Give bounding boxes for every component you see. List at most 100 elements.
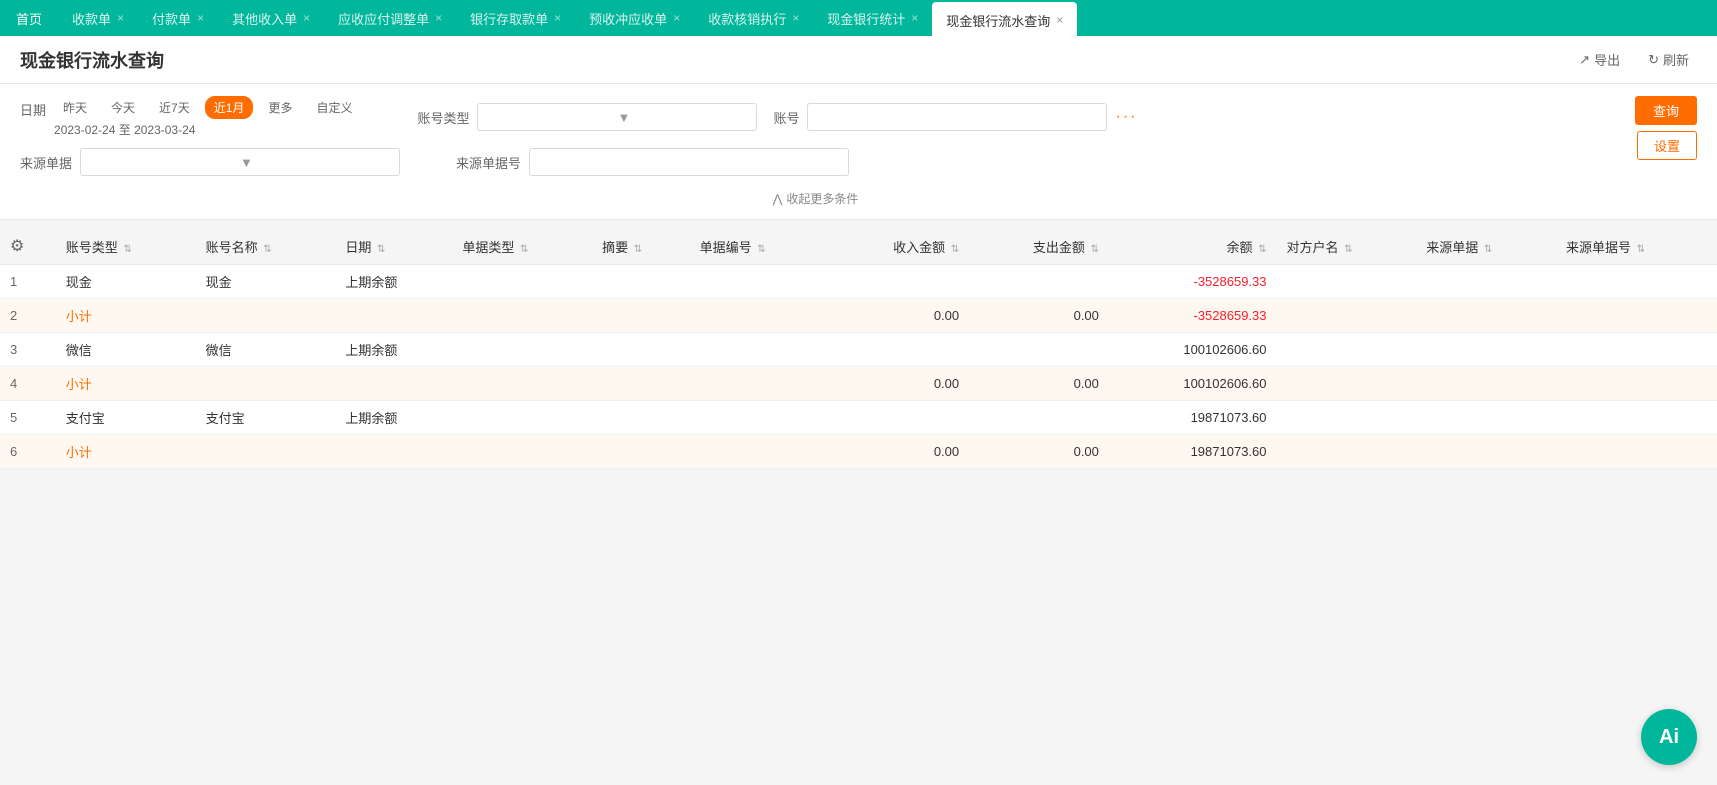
cell-summary: [592, 435, 690, 469]
cell-account-name: 支付宝: [196, 401, 336, 435]
source-doc-no-label: 来源单据号: [456, 153, 521, 172]
table-row[interactable]: 4 小计 0.00 0.00 100102606.60: [0, 367, 1717, 401]
sort-icon-4: ⇅: [520, 244, 528, 255]
cell-source-doc-no: [1556, 401, 1717, 435]
col-source-doc-no[interactable]: 来源单据号 ⇅: [1556, 228, 1717, 265]
date-btn-1month[interactable]: 近1月: [205, 96, 254, 119]
query-button[interactable]: 查询: [1635, 96, 1697, 125]
nav-tab-yinhangcunkuan[interactable]: 银行存取款单 ×: [456, 0, 575, 36]
source-doc-dropdown[interactable]: ▼: [80, 148, 400, 176]
nav-tab-xianjinyinhangtongji[interactable]: 现金银行统计 ×: [813, 0, 932, 36]
table-body: 1 现金 现金 上期余额 -3528659.33 2 小计 0.00 0.00 …: [0, 265, 1717, 469]
settings-button[interactable]: 设置: [1637, 131, 1697, 160]
col-date[interactable]: 日期 ⇅: [335, 228, 452, 265]
cell-no: 6: [0, 435, 56, 469]
cell-account-type: 小计: [56, 299, 196, 333]
source-doc-group: 来源单据 ▼: [20, 148, 400, 176]
nav-tab-shoukuanhexiao[interactable]: 收款核销执行 ×: [694, 0, 813, 36]
account-no-input-wrap[interactable]: [807, 103, 1107, 131]
account-no-input[interactable]: [816, 110, 1098, 125]
col-doc-no[interactable]: 单据编号 ⇅: [690, 228, 830, 265]
col-summary[interactable]: 摘要 ⇅: [592, 228, 690, 265]
cell-source-doc: [1416, 265, 1556, 299]
date-btn-7days[interactable]: 近7天: [150, 96, 199, 119]
cell-account-name: [196, 367, 336, 401]
account-no-dots[interactable]: ···: [1115, 108, 1137, 126]
nav-tab-tiaozheng[interactable]: 应收应付调整单 ×: [324, 0, 456, 36]
gear-icon[interactable]: ⚙: [10, 238, 24, 255]
table-row[interactable]: 2 小计 0.00 0.00 -3528659.33: [0, 299, 1717, 333]
account-type-label: 账号类型: [417, 108, 469, 127]
cell-account-name: [196, 299, 336, 333]
collapse-btn[interactable]: ⋀ 收起更多条件: [20, 186, 1611, 211]
nav-tab-shoukuan[interactable]: 收款单 ×: [58, 0, 138, 36]
close-tab-8[interactable]: ×: [1056, 13, 1063, 27]
cell-no: 4: [0, 367, 56, 401]
table-row[interactable]: 5 支付宝 支付宝 上期余额 19871073.60: [0, 401, 1717, 435]
source-doc-no-input-wrap[interactable]: [529, 148, 849, 176]
source-doc-no-input[interactable]: [538, 155, 840, 170]
cell-income: [829, 333, 969, 367]
date-btn-yesterday[interactable]: 昨天: [54, 96, 96, 119]
cell-source-doc: [1416, 367, 1556, 401]
account-type-dropdown[interactable]: ▼: [477, 103, 757, 131]
page-header: 现金银行流水查询 ↗ 导出 ↻ 刷新: [0, 36, 1717, 84]
close-tab-4[interactable]: ×: [554, 11, 561, 25]
col-source-doc[interactable]: 来源单据 ⇅: [1416, 228, 1556, 265]
filter-main: 日期 昨天 今天 近7天 近1月 更多 自定义 2023-02-24 至 202…: [20, 96, 1611, 211]
cell-date: [335, 435, 452, 469]
filter-row-2: 来源单据 ▼ 来源单据号: [20, 148, 1611, 176]
close-tab-5[interactable]: ×: [673, 11, 680, 25]
col-income[interactable]: 收入金额 ⇅: [829, 228, 969, 265]
sort-icon-6: ⇅: [757, 244, 765, 255]
sort-icon-9: ⇅: [1258, 244, 1266, 255]
nav-tab-liushui[interactable]: 现金银行流水查询 ×: [932, 2, 1077, 36]
cell-summary: [592, 367, 690, 401]
close-tab-2[interactable]: ×: [303, 11, 310, 25]
cell-source-doc-no: [1556, 265, 1717, 299]
cell-doc-type: [452, 265, 592, 299]
col-counterparty[interactable]: 对方户名 ⇅: [1277, 228, 1417, 265]
date-btn-more[interactable]: 更多: [259, 96, 301, 119]
col-account-type[interactable]: 账号类型 ⇅: [56, 228, 196, 265]
cell-balance: 100102606.60: [1109, 333, 1277, 367]
nav-tab-qitashouru[interactable]: 其他收入单 ×: [218, 0, 324, 36]
close-tab-1[interactable]: ×: [197, 11, 204, 25]
cell-counterparty: [1277, 367, 1417, 401]
cell-counterparty: [1277, 435, 1417, 469]
cell-expense: [969, 265, 1109, 299]
cell-balance: 19871073.60: [1109, 435, 1277, 469]
ai-assistant-button[interactable]: Ai: [1641, 709, 1697, 765]
cell-source-doc: [1416, 401, 1556, 435]
close-tab-7[interactable]: ×: [911, 11, 918, 25]
date-btn-today[interactable]: 今天: [102, 96, 144, 119]
col-doc-type[interactable]: 单据类型 ⇅: [452, 228, 592, 265]
cell-no: 2: [0, 299, 56, 333]
table-row[interactable]: 6 小计 0.00 0.00 19871073.60: [0, 435, 1717, 469]
header-actions: ↗ 导出 ↻ 刷新: [1571, 46, 1697, 73]
cell-income: [829, 401, 969, 435]
close-tab-6[interactable]: ×: [792, 11, 799, 25]
col-account-name[interactable]: 账号名称 ⇅: [196, 228, 336, 265]
table-row[interactable]: 1 现金 现金 上期余额 -3528659.33: [0, 265, 1717, 299]
table-header: ⚙ 账号类型 ⇅ 账号名称 ⇅ 日期 ⇅ 单据类型 ⇅: [0, 228, 1717, 265]
nav-home[interactable]: 首页: [0, 0, 58, 36]
col-expense[interactable]: 支出金额 ⇅: [969, 228, 1109, 265]
refresh-button[interactable]: ↻ 刷新: [1640, 46, 1697, 73]
cell-expense: [969, 401, 1109, 435]
date-range-display: 2023-02-24 至 2023-03-24: [54, 121, 361, 138]
close-tab-0[interactable]: ×: [117, 11, 124, 25]
close-tab-3[interactable]: ×: [435, 11, 442, 25]
table-row[interactable]: 3 微信 微信 上期余额 100102606.60: [0, 333, 1717, 367]
cell-summary: [592, 401, 690, 435]
col-gear[interactable]: ⚙: [0, 228, 56, 265]
nav-tab-fukuan[interactable]: 付款单 ×: [138, 0, 218, 36]
date-filter-group: 日期 昨天 今天 近7天 近1月 更多 自定义 2023-02-24 至 202…: [20, 96, 361, 138]
sort-icon-5: ⇅: [634, 244, 642, 255]
cell-account-type: 微信: [56, 333, 196, 367]
nav-tab-yushouzhongying[interactable]: 预收冲应收单 ×: [575, 0, 694, 36]
export-button[interactable]: ↗ 导出: [1571, 46, 1628, 73]
col-balance[interactable]: 余额 ⇅: [1109, 228, 1277, 265]
cell-doc-type: [452, 333, 592, 367]
date-btn-custom[interactable]: 自定义: [307, 96, 361, 119]
